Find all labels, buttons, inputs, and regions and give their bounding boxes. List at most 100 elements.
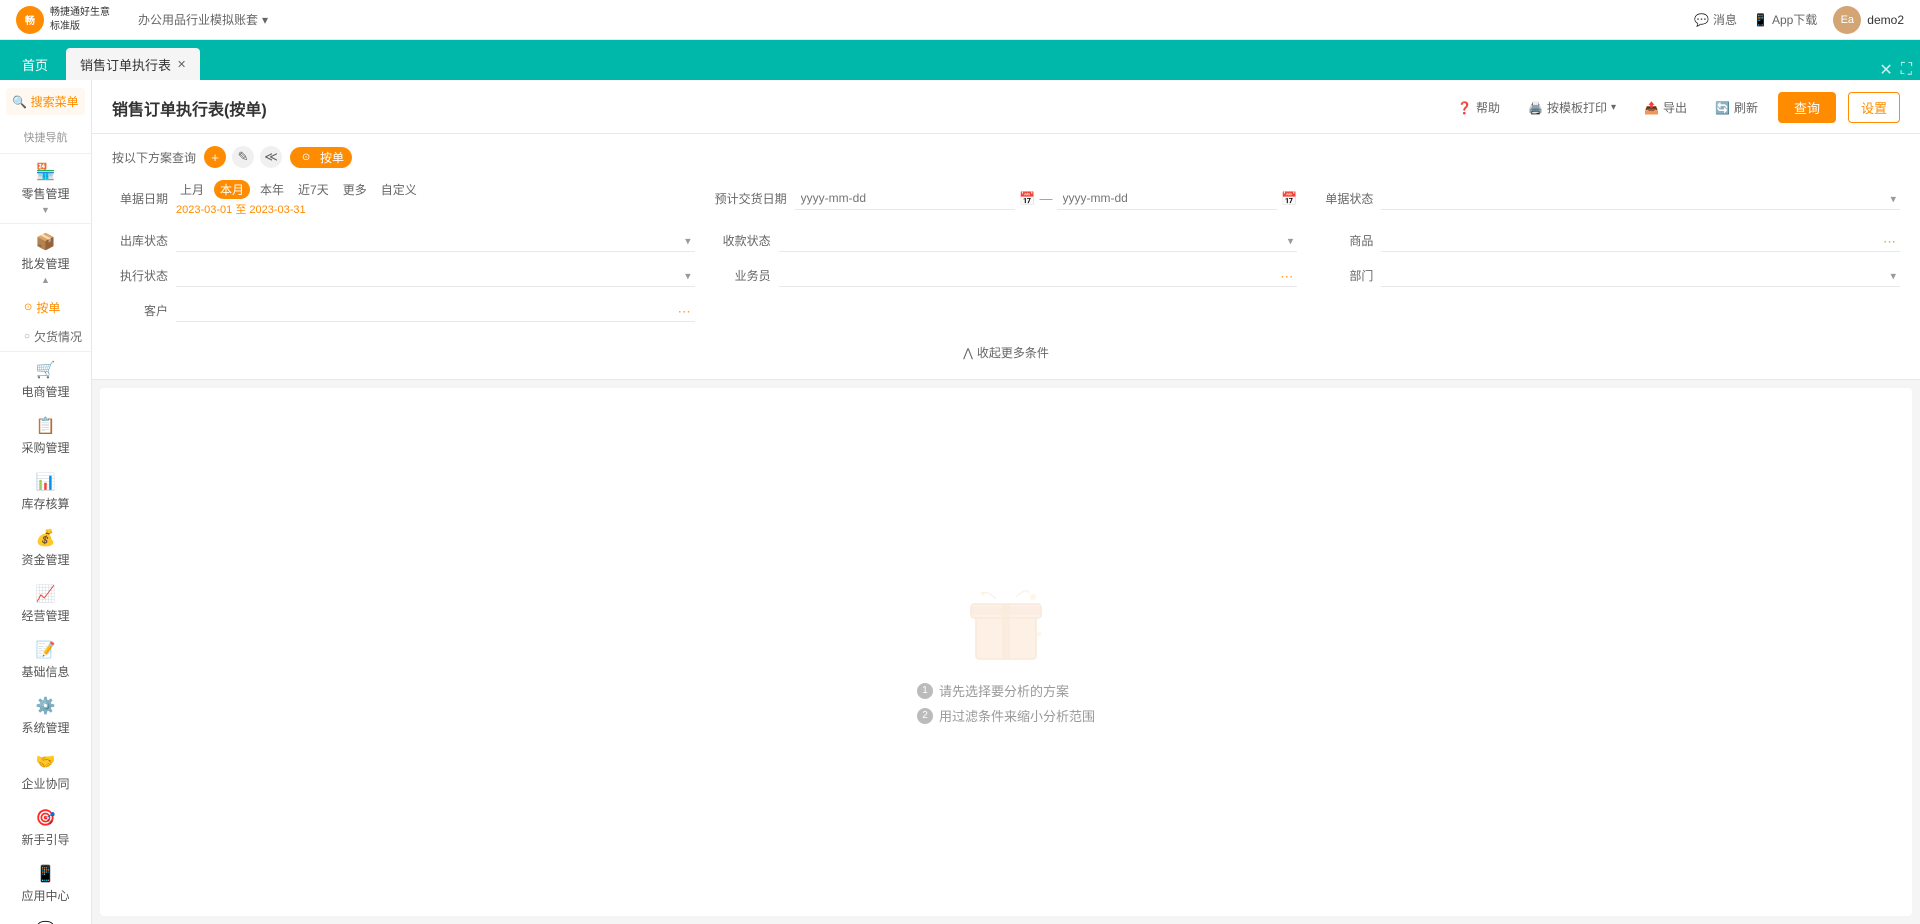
sidebar: 🔍 搜索菜单 快捷导航 🏪 零售管理 ▼ 📦 批发管理 ▲ ⊙ [0, 80, 92, 924]
sidebar-item-wholesale[interactable]: 📦 批发管理 ▲ [0, 224, 91, 293]
print-arrow-icon: ▾ [1611, 102, 1616, 113]
date-tabs: 上月 本月 本年 近7天 更多 自定义 [176, 180, 695, 199]
message-button[interactable]: 💬 消息 [1694, 11, 1737, 28]
sidebar-item-wxwork[interactable]: 💬 企业微信 [0, 912, 91, 924]
sidebar-item-ecommerce[interactable]: 🛒 电商管理 [0, 352, 91, 408]
calendar-icon-end[interactable]: 📅 [1281, 191, 1297, 207]
user-name: demo2 [1867, 13, 1904, 27]
date-tab-this-year[interactable]: 本年 [256, 180, 288, 199]
collect-status-select[interactable] [779, 229, 1298, 252]
purchase-icon: 📋 [36, 416, 56, 436]
main-container: 🔍 搜索菜单 快捷导航 🏪 零售管理 ▼ 📦 批发管理 ▲ ⊙ [0, 80, 1920, 924]
sidebar-item-enterprise[interactable]: 🤝 企业协同 [0, 744, 91, 800]
sidebar-item-system[interactable]: ⚙️ 系统管理 [0, 688, 91, 744]
collapse-area: ⋀ 收起更多条件 [112, 322, 1900, 367]
sidebar-label-enterprise: 企业协同 [21, 775, 69, 792]
calendar-icon-start[interactable]: 📅 [1019, 191, 1035, 207]
exec-status-select[interactable] [176, 264, 695, 287]
scheme-actions: + ✎ ≪ [204, 146, 282, 168]
scheme-edit-button[interactable]: ✎ [232, 146, 254, 168]
filter-grid: 单据日期 上月 本月 本年 近7天 更多 自定义 2023-03-01 至 20… [112, 180, 1900, 322]
filter-area: 按以下方案查询 + ✎ ≪ ⊙ 按单 单据日期 上 [92, 134, 1920, 380]
refresh-button[interactable]: 🔄 刷新 [1707, 95, 1766, 120]
scheme-collapse-button[interactable]: ≪ [260, 146, 282, 168]
search-button[interactable]: 查询 [1778, 92, 1836, 123]
home-tab-label: 首页 [22, 55, 48, 74]
tab-actions: ✕ ⛶ [1879, 60, 1920, 80]
sidebar-label-basic: 基础信息 [21, 663, 69, 680]
out-status-select[interactable] [176, 229, 695, 252]
date-tab-more[interactable]: 更多 [339, 180, 371, 199]
sidebar-item-retail[interactable]: 🏪 零售管理 ▼ [0, 154, 91, 223]
scheme-press-icon: ⊙ [298, 149, 314, 165]
sidebar-search-area: 🔍 搜索菜单 [0, 80, 91, 123]
out-status-select-wrap: ▾ [176, 229, 695, 252]
top-bar-left: 畅 畅捷通好生意 标准版 办公用品行业模拟账套 ▾ [16, 6, 268, 34]
app-download-label: App下载 [1772, 11, 1817, 28]
refresh-label: 刷新 [1734, 99, 1758, 116]
filter-row-date: 单据日期 上月 本月 本年 近7天 更多 自定义 2023-03-01 至 20… [112, 180, 695, 217]
tab-close-icon[interactable]: ✕ [177, 58, 186, 71]
logo-area: 畅 畅捷通好生意 标准版 [16, 6, 110, 34]
press-icon: ⊙ [24, 302, 32, 313]
search-menu-button[interactable]: 🔍 搜索菜单 [6, 88, 85, 115]
single-status-select-wrap: ▾ [1381, 187, 1900, 210]
customer-dots-icon[interactable]: ··· [678, 303, 691, 318]
sales-order-tab-label: 销售订单执行表 [80, 55, 171, 74]
mobile-icon: 📱 [1753, 13, 1768, 27]
tab-home[interactable]: 首页 [8, 48, 62, 80]
sidebar-section-wholesale: 📦 批发管理 ▲ ⊙ 按单 ○ 欠货情况 [0, 224, 91, 352]
goods-dots-icon[interactable]: ··· [1883, 233, 1896, 248]
date-tabs-area: 上月 本月 本年 近7天 更多 自定义 2023-03-01 至 2023-03… [176, 180, 695, 217]
appstore-icon: 📱 [36, 864, 56, 884]
wholesale-submenu: ⊙ 按单 ○ 欠货情况 [0, 293, 91, 351]
sidebar-item-press[interactable]: ⊙ 按单 [8, 293, 91, 322]
sidebar-item-owed[interactable]: ○ 欠货情况 [8, 322, 91, 351]
dept-select[interactable] [1381, 264, 1900, 287]
breadcrumb-arrow[interactable]: ▾ [262, 13, 268, 27]
salesman-input[interactable] [779, 264, 1298, 287]
expected-date-end[interactable] [1057, 187, 1278, 210]
settings-button[interactable]: 设置 [1848, 92, 1900, 123]
date-tab-last-month[interactable]: 上月 [176, 180, 208, 199]
search-button-label: 查询 [1794, 101, 1820, 116]
quick-nav-label: 快捷导航 [6, 127, 85, 147]
collapse-label: 收起更多条件 [977, 344, 1049, 361]
collapse-button[interactable]: ⋀ 收起更多条件 [112, 338, 1900, 367]
sidebar-item-newguide[interactable]: 🎯 新手引导 [0, 800, 91, 856]
empty-state-icon [961, 579, 1051, 669]
sidebar-item-inventory[interactable]: 📊 库存核算 [0, 464, 91, 520]
tab-close-button[interactable]: ✕ [1879, 60, 1892, 80]
customer-input[interactable] [176, 299, 695, 322]
goods-input[interactable] [1381, 229, 1900, 252]
print-button[interactable]: 🖨️ 按模板打印 ▾ [1520, 95, 1624, 120]
avatar: Ea [1833, 6, 1861, 34]
sidebar-item-operation[interactable]: 📈 经营管理 [0, 576, 91, 632]
app-download-button[interactable]: 📱 App下载 [1753, 11, 1817, 28]
salesman-dots-icon[interactable]: ··· [1280, 268, 1293, 283]
search-icon: 🔍 [12, 95, 27, 109]
settings-button-label: 设置 [1861, 101, 1887, 116]
scheme-add-button[interactable]: + [204, 146, 226, 168]
user-area[interactable]: Ea demo2 [1833, 6, 1904, 34]
sidebar-item-appstore[interactable]: 📱 应用中心 [0, 856, 91, 912]
date-tab-custom[interactable]: 自定义 [377, 180, 421, 199]
sidebar-item-basic[interactable]: 📝 基础信息 [0, 632, 91, 688]
tab-sales-order[interactable]: 销售订单执行表 ✕ [66, 48, 200, 80]
export-button[interactable]: 📤 导出 [1636, 95, 1695, 120]
date-tab-last7[interactable]: 近7天 [294, 180, 333, 199]
help-button[interactable]: ❓ 帮助 [1449, 95, 1508, 120]
owed-label: 欠货情况 [34, 328, 82, 345]
date-tab-this-month[interactable]: 本月 [214, 180, 250, 199]
sidebar-item-finance[interactable]: 💰 资金管理 [0, 520, 91, 576]
single-status-select[interactable] [1381, 187, 1900, 210]
owed-icon: ○ [24, 331, 30, 342]
single-date-label: 单据日期 [112, 190, 168, 207]
exec-status-select-wrap: ▾ [176, 264, 695, 287]
sidebar-item-purchase[interactable]: 📋 采购管理 [0, 408, 91, 464]
filter-row-collect-status: 收款状态 ▾ [715, 229, 1298, 252]
expected-date-start[interactable] [795, 187, 1016, 210]
enterprise-icon: 🤝 [36, 752, 56, 772]
scheme-press[interactable]: ⊙ 按单 [290, 147, 352, 168]
tab-fullscreen-button[interactable]: ⛶ [1901, 61, 1912, 79]
